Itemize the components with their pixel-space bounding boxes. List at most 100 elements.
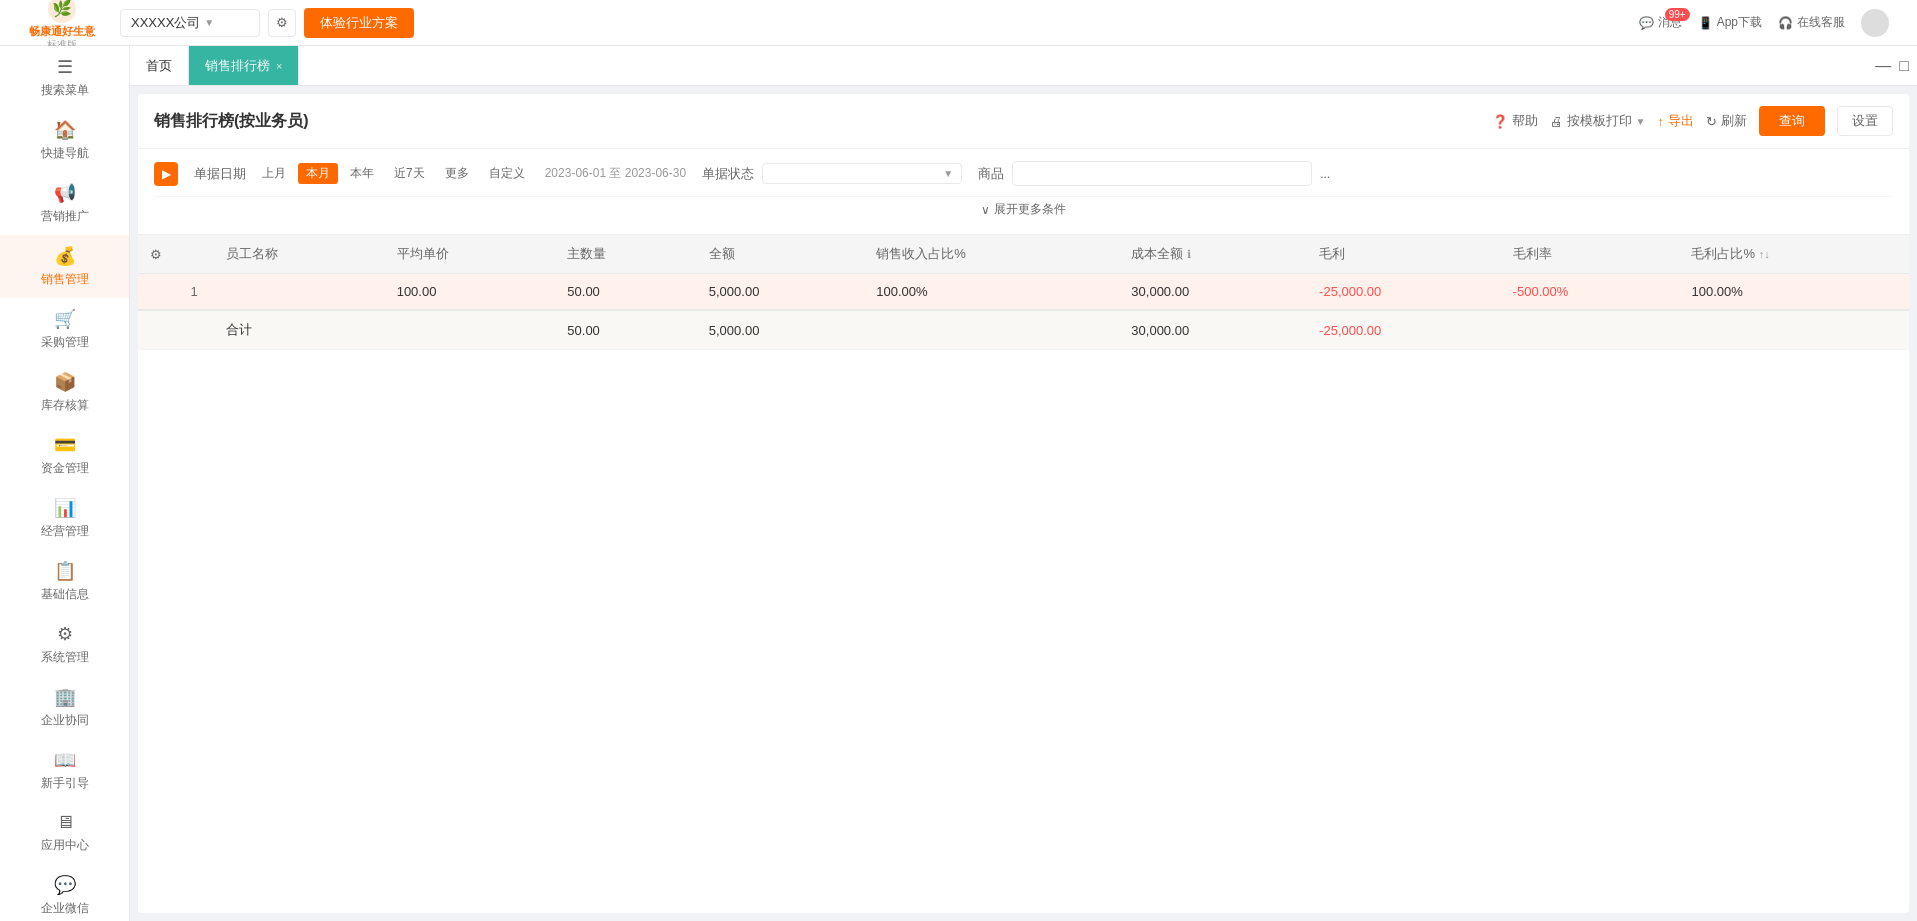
date-tab-custom[interactable]: 自定义 [481, 163, 533, 184]
sidebar-item-wechat[interactable]: 💬 企业微信 [0, 864, 129, 921]
cell-avg-price: 100.00 [385, 274, 556, 311]
table-row: 1 100.00 50.00 5,000.00 100.00% 30,000.0… [138, 274, 1909, 311]
expand-conditions-button[interactable]: ∨ 展开更多条件 [981, 201, 1066, 218]
date-label: 单据日期 [194, 165, 246, 183]
sidebar-label-system: 系统管理 [41, 649, 89, 666]
sidebar-item-system[interactable]: ⚙ 系统管理 [0, 613, 129, 676]
footer-gross: -25,000.00 [1307, 310, 1501, 350]
headset-icon: 🎧 [1778, 16, 1793, 30]
date-tab-current-month[interactable]: 本月 [298, 163, 338, 184]
settings-icon[interactable]: ⚙ [268, 9, 296, 37]
sidebar-item-operation[interactable]: 📊 经营管理 [0, 487, 129, 550]
sidebar-item-purchase[interactable]: 🛒 采购管理 [0, 298, 129, 361]
print-chevron-icon: ▼ [1636, 116, 1646, 127]
sidebar-label-wechat: 企业微信 [41, 900, 89, 917]
sidebar-item-quick-nav[interactable]: 🏠 快捷导航 [0, 109, 129, 172]
goods-input[interactable] [1012, 161, 1312, 186]
enterprise-icon: 🏢 [54, 686, 76, 708]
sidebar-item-search-order[interactable]: ☰ 搜索菜单 [0, 46, 129, 109]
page-title: 销售排行榜(按业务员) [154, 111, 309, 132]
message-button[interactable]: 💬 消息 99+ [1639, 14, 1682, 31]
print-label: 按模板打印 [1567, 112, 1632, 130]
expand-label: 展开更多条件 [994, 201, 1066, 218]
sidebar-label-marketing: 营销推广 [41, 208, 89, 225]
refresh-button[interactable]: ↻ 刷新 [1706, 112, 1747, 130]
cell-amount: 5,000.00 [697, 274, 865, 311]
col-amount: 全额 [697, 235, 865, 274]
footer-row: 合计 50.00 5,000.00 30,000.00 -25,000.00 [138, 310, 1909, 350]
setting-button[interactable]: 设置 [1837, 106, 1893, 136]
help-button[interactable]: ❓ 帮助 [1492, 112, 1538, 130]
trial-button[interactable]: 体验行业方案 [304, 8, 414, 38]
sidebar-item-guide[interactable]: 📖 新手引导 [0, 739, 129, 802]
tab-maximize-icon[interactable]: □ [1899, 57, 1909, 75]
export-label: 导出 [1668, 112, 1694, 130]
col-quantity: 主数量 [555, 235, 696, 274]
inventory-icon: 📦 [54, 371, 76, 393]
footer-cost: 30,000.00 [1119, 310, 1307, 350]
sidebar-item-inventory[interactable]: 📦 库存核算 [0, 361, 129, 424]
date-tab-more[interactable]: 更多 [437, 163, 477, 184]
sidebar-label-enterprise: 企业协同 [41, 712, 89, 729]
tab-home[interactable]: 首页 [130, 46, 189, 85]
sales-icon: 💰 [54, 245, 76, 267]
status-chevron-icon: ▼ [943, 168, 953, 179]
col-avg-price: 平均单价 [385, 235, 556, 274]
col-gross-rate: 毛利率 [1501, 235, 1680, 274]
col-settings[interactable]: ⚙ [138, 235, 174, 274]
cell-name [214, 274, 385, 311]
footer-gross-rate [1501, 310, 1680, 350]
home-tab-label: 首页 [146, 57, 172, 75]
settings-col-icon: ⚙ [150, 247, 162, 262]
status-label: 单据状态 [702, 165, 754, 183]
app-download-button[interactable]: 📱 App下载 [1698, 14, 1762, 31]
wechat-icon: 💬 [54, 874, 76, 896]
cell-gross: -25,000.00 [1307, 274, 1501, 311]
finance-icon: 💳 [54, 434, 76, 456]
footer-gross-ratio [1679, 310, 1909, 350]
footer-avg-price [385, 310, 556, 350]
gross-ratio-info-icon[interactable]: ↑↓ [1759, 248, 1770, 260]
sidebar-item-sales[interactable]: 💰 销售管理 [0, 235, 129, 298]
date-filter: 单据日期 上月 本月 本年 近7天 更多 自定义 2023-06-01 至 20… [194, 163, 686, 184]
sidebar-label-quicknav: 快捷导航 [41, 145, 89, 162]
app-center-icon: 🖥 [56, 812, 74, 833]
date-tab-7days[interactable]: 近7天 [386, 163, 433, 184]
export-button[interactable]: ↑ 导出 [1658, 112, 1695, 130]
footer-empty-2 [174, 310, 214, 350]
cost-info-icon[interactable]: ℹ [1187, 248, 1191, 260]
footer-amount: 5,000.00 [697, 310, 865, 350]
date-tab-last-month[interactable]: 上月 [254, 163, 294, 184]
query-button[interactable]: 查询 [1759, 106, 1825, 136]
filter-toggle-icon[interactable]: ▶ [154, 162, 178, 186]
sidebar-item-finance[interactable]: 💳 资金管理 [0, 424, 129, 487]
sidebar-item-enterprise[interactable]: 🏢 企业协同 [0, 676, 129, 739]
status-select[interactable]: ▼ [762, 163, 962, 184]
more-filter-button[interactable]: ... [1320, 167, 1330, 181]
sidebar-label-operation: 经营管理 [41, 523, 89, 540]
logo-icon: 🌿 [46, 0, 78, 25]
footer-quantity: 50.00 [555, 310, 696, 350]
company-selector[interactable]: XXXXX公司 ▼ [120, 9, 260, 37]
tab-sales-rank[interactable]: 销售排行榜 × [189, 46, 299, 85]
col-rank [174, 235, 214, 274]
purchase-icon: 🛒 [54, 308, 76, 330]
sidebar-label-app-center: 应用中心 [41, 837, 89, 854]
chevron-down-icon: ∨ [981, 203, 990, 217]
avatar[interactable] [1861, 9, 1889, 37]
col-gross-ratio: 毛利占比% ↑↓ [1679, 235, 1909, 274]
online-service-button[interactable]: 🎧 在线客服 [1778, 14, 1845, 31]
col-name: 员工名称 [214, 235, 385, 274]
goods-label: 商品 [978, 165, 1004, 183]
print-button[interactable]: 🖨 按模板打印 ▼ [1550, 112, 1646, 130]
sidebar-item-basic-info[interactable]: 📋 基础信息 [0, 550, 129, 613]
tab-close-icon[interactable]: × [276, 60, 282, 72]
sidebar-label-purchase: 采购管理 [41, 334, 89, 351]
sidebar-item-marketing[interactable]: 📢 营销推广 [0, 172, 129, 235]
footer-sales-ratio [864, 310, 1119, 350]
guide-icon: 📖 [54, 749, 76, 771]
date-tab-current-year[interactable]: 本年 [342, 163, 382, 184]
message-icon: 💬 [1639, 16, 1654, 30]
tab-minimize-icon[interactable]: — [1875, 57, 1891, 75]
sidebar-item-app-center[interactable]: 🖥 应用中心 [0, 802, 129, 864]
